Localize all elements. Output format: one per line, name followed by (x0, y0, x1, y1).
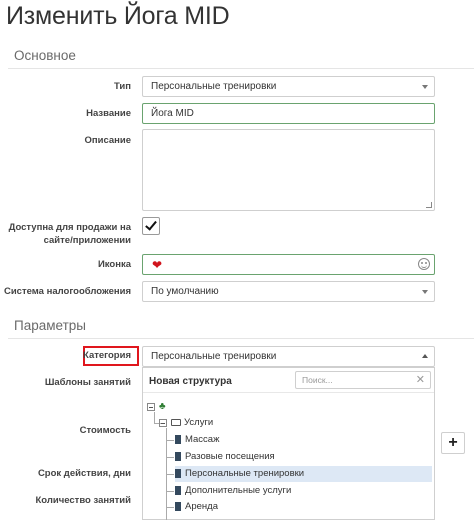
category-dropdown: Новая структура Поиск... ✕ ♣ Услуги Масс… (142, 367, 435, 520)
tree-connector (166, 491, 174, 492)
available-label-line2: сайте/приложении (43, 235, 131, 246)
document-icon (175, 469, 181, 478)
collapse-toggle-icon[interactable] (147, 403, 155, 411)
cost-label: Стоимость (79, 425, 131, 436)
tree-icon: ♣ (159, 401, 166, 412)
add-button[interactable]: + (441, 432, 465, 454)
resize-handle-icon[interactable] (426, 202, 432, 208)
tree-item-folder[interactable]: Услуги (159, 415, 429, 431)
name-input-value: Йога MID (151, 108, 194, 119)
tree-connector (166, 457, 174, 458)
tax-select-value: По умолчанию (151, 286, 219, 297)
collapse-toggle-icon[interactable] (159, 419, 167, 427)
section-basic-title: Основное (14, 48, 76, 63)
tree-item-label: Аренда (185, 501, 218, 512)
document-icon (175, 452, 181, 461)
document-icon (175, 435, 181, 444)
chevron-up-icon (422, 354, 428, 358)
tree-item-selected[interactable]: Персональные тренировки (175, 466, 432, 482)
heart-icon: ❤ (152, 258, 163, 272)
chevron-down-icon (422, 85, 428, 89)
checkmark-icon (145, 218, 157, 231)
section-basic-divider (8, 68, 474, 69)
document-icon (175, 486, 181, 495)
category-select[interactable]: Персональные тренировки (142, 346, 435, 367)
type-label: Тип (113, 81, 131, 92)
type-select-value: Персональные тренировки (151, 81, 277, 92)
tax-label: Система налогообложения (3, 286, 131, 297)
type-select[interactable]: Персональные тренировки (142, 76, 435, 97)
folder-icon (171, 419, 181, 426)
tree-item[interactable]: Аренда (175, 499, 432, 515)
dropdown-header: Новая структура (149, 376, 232, 387)
tax-select[interactable]: По умолчанию (142, 281, 435, 302)
category-label: Категория (83, 350, 131, 361)
tree-item[interactable]: Массаж (175, 432, 432, 448)
page-title: Изменить Йога MID (6, 2, 230, 30)
smiley-icon[interactable] (418, 258, 430, 270)
category-select-value: Персональные тренировки (151, 351, 277, 362)
section-params-divider (8, 338, 474, 339)
dropdown-separator (143, 392, 434, 393)
available-checkbox[interactable] (142, 217, 160, 235)
available-label-line1: Доступна для продажи на (8, 222, 131, 233)
name-input[interactable]: Йога MID (142, 103, 435, 124)
tree-item-root[interactable]: ♣ (147, 399, 427, 415)
tree-item[interactable]: Разовые посещения (175, 449, 432, 465)
tree-item-label: Услуги (184, 417, 214, 428)
templates-label: Шаблоны занятий (44, 377, 131, 388)
section-params-title: Параметры (14, 318, 86, 333)
tree-item-label: Дополнительные услуги (185, 485, 292, 496)
name-label: Название (86, 108, 131, 119)
tree-connector (166, 440, 174, 441)
tree-item-label: Массаж (185, 434, 220, 445)
dropdown-search-placeholder: Поиск... (302, 375, 333, 385)
tree-connector (166, 507, 174, 508)
tree-item-label: Разовые посещения (185, 451, 275, 462)
description-textarea[interactable] (142, 129, 435, 211)
tree-item[interactable]: Дополнительные услуги (175, 483, 432, 499)
tree-item-label: Персональные тренировки (185, 468, 305, 479)
icon-label: Иконка (97, 259, 131, 270)
dropdown-search-input[interactable]: Поиск... ✕ (295, 371, 431, 389)
document-icon (175, 502, 181, 511)
description-label: Описание (84, 135, 131, 146)
validity-label: Срок действия, дни (37, 468, 131, 479)
tree-connector (166, 474, 174, 475)
clear-icon[interactable]: ✕ (416, 372, 425, 388)
chevron-down-icon (422, 290, 428, 294)
count-label: Количество занятий (35, 495, 131, 506)
icon-picker[interactable]: ❤ (142, 254, 435, 275)
